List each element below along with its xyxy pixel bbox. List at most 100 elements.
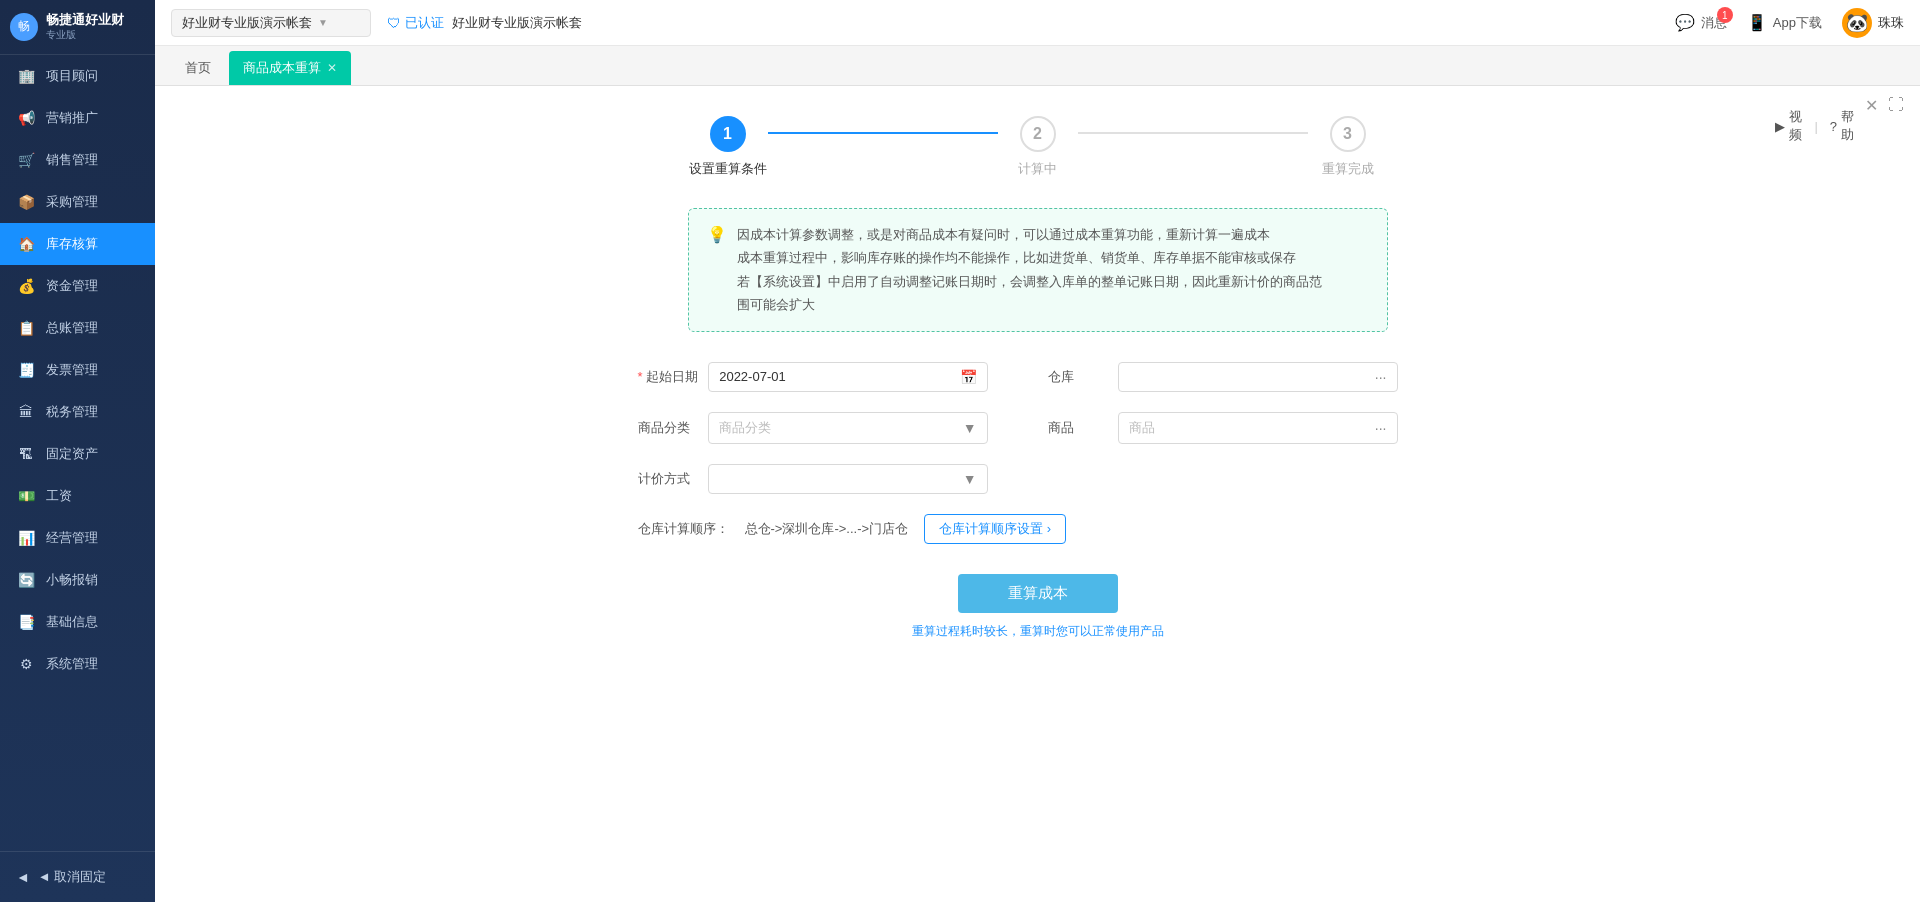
sidebar-item-ledger[interactable]: 📋 总账管理 <box>0 307 155 349</box>
sidebar-item-asset[interactable]: 🏗 固定资产 <box>0 433 155 475</box>
question-icon: ? <box>1830 119 1837 134</box>
steps-container: 1 设置重算条件 2 计算中 3 重算完成 <box>688 116 1388 178</box>
app-download-button[interactable]: 📱 App下载 <box>1747 13 1822 32</box>
inventory-label: 库存核算 <box>46 235 98 253</box>
sidebar-item-salary[interactable]: 💵 工资 <box>0 475 155 517</box>
sidebar-item-sales[interactable]: 🛒 销售管理 <box>0 139 155 181</box>
unpin-sidebar-button[interactable]: ◄ ◄ 取消固定 <box>0 860 155 894</box>
step-1: 1 设置重算条件 <box>688 116 768 178</box>
tab-cost-recalc-label: 商品成本重算 <box>243 59 321 77</box>
recalculate-label: 重算成本 <box>1008 584 1068 601</box>
goods-input[interactable]: 商品 ··· <box>1118 412 1398 444</box>
price-dropdown-icon: ▼ <box>963 471 977 487</box>
tab-cost-recalc[interactable]: 商品成本重算 ✕ <box>229 51 351 85</box>
sidebar-item-operation[interactable]: 📊 经营管理 <box>0 517 155 559</box>
warehouse-input[interactable]: ··· <box>1118 362 1398 392</box>
help-links: ▶ 视频 | ? 帮助 <box>1775 108 1854 144</box>
sidebar-item-inventory[interactable]: 🏠 库存核算 <box>0 223 155 265</box>
app-logo-icon: 畅 <box>10 13 38 41</box>
category-placeholder: 商品分类 <box>719 419 771 437</box>
main-area: 好业财专业版演示帐套 ▼ 🛡 已认证 好业财专业版演示帐套 💬 消息 1 📱 A… <box>155 0 1920 902</box>
sidebar-item-system[interactable]: ⚙ 系统管理 <box>0 643 155 685</box>
system-label: 系统管理 <box>46 655 98 673</box>
calc-order-row: 仓库计算顺序： 总仓->深圳仓库->...->门店仓 仓库计算顺序设置 › <box>638 514 1438 544</box>
step-3-circle: 3 <box>1330 116 1366 152</box>
tab-close-icon[interactable]: ✕ <box>327 61 337 75</box>
notice-line-3: 若【系统设置】中启用了自动调整记账日期时，会调整入库单的整单记账日期，因此重新计… <box>737 270 1322 293</box>
step-3: 3 重算完成 <box>1308 116 1388 178</box>
close-window-button[interactable]: ✕ <box>1865 96 1878 115</box>
price-method-group: 计价方式 ▼ <box>638 464 1028 494</box>
sidebar-item-purchase[interactable]: 📦 采购管理 <box>0 181 155 223</box>
asset-label: 固定资产 <box>46 445 98 463</box>
basic-label: 基础信息 <box>46 613 98 631</box>
sidebar-logo[interactable]: 畅 畅捷通好业财 专业版 <box>0 0 155 55</box>
invoice-icon: 🧾 <box>16 360 36 380</box>
start-date-group: 起始日期 2022-07-01 📅 <box>638 362 1028 392</box>
price-method-label: 计价方式 <box>638 470 698 488</box>
sidebar-item-finance[interactable]: 💰 资金管理 <box>0 265 155 307</box>
notice-line-1: 因成本计算参数调整，或是对商品成本有疑问时，可以通过成本重算功能，重新计算一遍成… <box>737 223 1322 246</box>
start-date-value: 2022-07-01 <box>719 369 786 384</box>
warehouse-group: 仓库 ··· <box>1048 362 1438 392</box>
tabs-bar: 首页 商品成本重算 ✕ <box>155 46 1920 86</box>
tab-home[interactable]: 首页 <box>171 51 225 85</box>
app-edition: 专业版 <box>46 28 124 42</box>
notice-line-4: 围可能会扩大 <box>737 293 1322 316</box>
more-icon: ··· <box>1375 369 1387 385</box>
verified-text: 已认证 <box>405 14 444 32</box>
step-2-label: 计算中 <box>1018 160 1057 178</box>
tax-icon: 🏛 <box>16 402 36 422</box>
sidebar-item-basic[interactable]: 📑 基础信息 <box>0 601 155 643</box>
sidebar-item-marketing[interactable]: 📢 营销推广 <box>0 97 155 139</box>
sidebar-item-tax[interactable]: 🏛 税务管理 <box>0 391 155 433</box>
calc-order-value: 总仓->深圳仓库->...->门店仓 <box>745 520 909 538</box>
step-3-label: 重算完成 <box>1322 160 1374 178</box>
step-connector-2 <box>1078 132 1308 134</box>
sidebar: 畅 畅捷通好业财 专业版 🏢 项目顾问 📢 营销推广 🛒 销售管理 📦 采购管理… <box>0 0 155 902</box>
tax-label: 税务管理 <box>46 403 98 421</box>
account-selector[interactable]: 好业财专业版演示帐套 ▼ <box>171 9 371 37</box>
sidebar-item-project[interactable]: 🏢 项目顾问 <box>0 55 155 97</box>
expand-window-button[interactable]: ⛶ <box>1888 96 1904 115</box>
start-date-input[interactable]: 2022-07-01 📅 <box>708 362 988 392</box>
help-link[interactable]: ? 帮助 <box>1830 108 1854 144</box>
lightbulb-icon: 💡 <box>707 225 727 317</box>
inventory-icon: 🏠 <box>16 234 36 254</box>
form-row-1: 起始日期 2022-07-01 📅 仓库 ··· <box>638 362 1438 392</box>
form-section: 起始日期 2022-07-01 📅 仓库 ··· 商品分 <box>638 362 1438 640</box>
app-download-label: App下载 <box>1773 14 1822 32</box>
video-label: 视频 <box>1789 108 1802 144</box>
tab-home-label: 首页 <box>185 59 211 77</box>
marketing-icon: 📢 <box>16 108 36 128</box>
calc-order-settings-button[interactable]: 仓库计算顺序设置 › <box>924 514 1066 544</box>
sidebar-item-expense[interactable]: 🔄 小畅报销 <box>0 559 155 601</box>
app-name: 畅捷通好业财 <box>46 12 124 28</box>
message-button[interactable]: 💬 消息 1 <box>1675 13 1727 32</box>
verified-account-name: 好业财专业版演示帐套 <box>452 14 582 32</box>
notice-line-2: 成本重算过程中，影响库存账的操作均不能操作，比如进货单、销货单、库存单据不能审核… <box>737 246 1322 269</box>
step-2-number: 2 <box>1033 125 1042 143</box>
account-dropdown-icon: ▼ <box>318 17 328 28</box>
project-label: 项目顾问 <box>46 67 98 85</box>
submit-section: 重算成本 重算过程耗时较长，重算时您可以正常使用产品 <box>638 574 1438 640</box>
video-help-link[interactable]: ▶ 视频 <box>1775 108 1802 144</box>
more-goods-icon: ··· <box>1375 420 1387 436</box>
calc-order-label: 仓库计算顺序： <box>638 520 729 538</box>
sidebar-nav: 🏢 项目顾问 📢 营销推广 🛒 销售管理 📦 采购管理 🏠 库存核算 💰 资金管… <box>0 55 155 851</box>
recalculate-button[interactable]: 重算成本 <box>958 574 1118 613</box>
notification-count: 1 <box>1717 7 1733 23</box>
price-method-input[interactable]: ▼ <box>708 464 988 494</box>
play-icon: ▶ <box>1775 119 1785 134</box>
goods-placeholder: 商品 <box>1129 419 1155 437</box>
verified-badge: 🛡 已认证 好业财专业版演示帐套 <box>387 14 582 32</box>
account-name: 好业财专业版演示帐套 <box>182 14 312 32</box>
system-icon: ⚙ <box>16 654 36 674</box>
expense-icon: 🔄 <box>16 570 36 590</box>
operation-label: 经营管理 <box>46 529 98 547</box>
sidebar-item-invoice[interactable]: 🧾 发票管理 <box>0 349 155 391</box>
purchase-label: 采购管理 <box>46 193 98 211</box>
category-input[interactable]: 商品分类 ▼ <box>708 412 988 444</box>
finance-icon: 💰 <box>16 276 36 296</box>
user-profile-button[interactable]: 🐼 珠珠 <box>1842 8 1904 38</box>
